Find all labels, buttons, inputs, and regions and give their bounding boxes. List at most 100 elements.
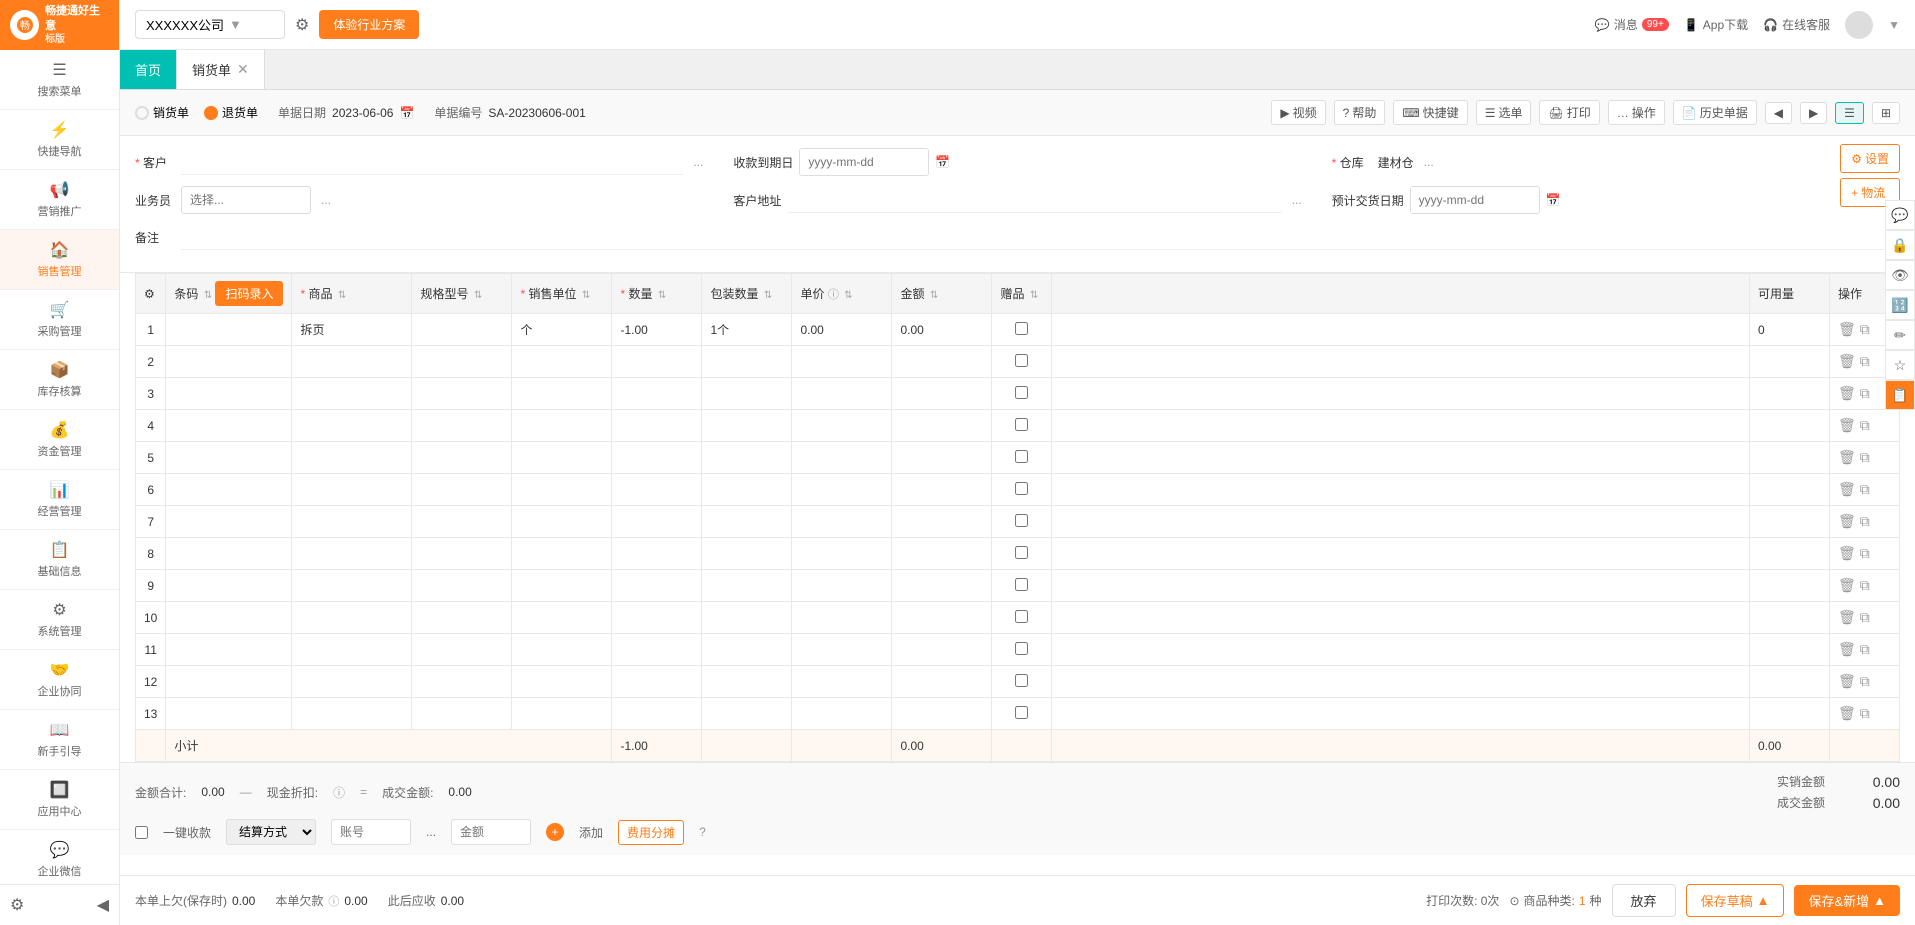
sidebar-item-purchase[interactable]: 🛒 采购管理 (0, 290, 119, 350)
gift-cell-1[interactable] (992, 314, 1052, 346)
salesperson-input[interactable] (181, 186, 311, 214)
action-btn[interactable]: … 操作 (1608, 100, 1665, 125)
unit-price-cell-1[interactable]: 0.00 (792, 314, 892, 346)
company-selector[interactable]: XXXXXX公司 ▼ (135, 10, 285, 39)
barcode-cell-1[interactable] (166, 314, 292, 346)
sidebar-item-system[interactable]: ⚙ 系统管理 (0, 590, 119, 650)
unit-sort-icon[interactable]: ⇅ (582, 290, 590, 301)
pack-qty-sort-icon[interactable]: ⇅ (764, 290, 772, 301)
right-float-calc[interactable]: 🔢 (1885, 290, 1915, 320)
expected-delivery-cal-icon[interactable]: 📅 (1546, 193, 1561, 207)
copy-icon-3[interactable]: ⧉ (1860, 385, 1870, 402)
customer-dots[interactable]: ... (693, 155, 703, 169)
help-btn[interactable]: ? 帮助 (1334, 100, 1386, 125)
nav-next-btn[interactable]: ▶ (1800, 102, 1827, 124)
add-payment-btn[interactable]: + (546, 823, 564, 841)
right-float-star[interactable]: ☆ (1885, 350, 1915, 380)
right-float-lock[interactable]: 🔒 (1885, 230, 1915, 260)
nav-prev-btn[interactable]: ◀ (1765, 102, 1792, 124)
customer-input[interactable] (181, 149, 683, 175)
sidebar-item-finance[interactable]: 💰 资金管理 (0, 410, 119, 470)
save-draft-btn[interactable]: 保存草稿 ▲ (1686, 884, 1785, 917)
expected-delivery-input[interactable] (1410, 186, 1540, 214)
trial-btn[interactable]: 体验行业方案 (319, 10, 419, 39)
unit-cell-1[interactable]: 个 (512, 314, 612, 346)
pack-qty-cell-1[interactable]: 1个 (702, 314, 792, 346)
notes-input[interactable] (181, 224, 1900, 250)
sidebar-collapse-icon[interactable]: ◀ (97, 895, 109, 915)
save-new-btn[interactable]: 保存&新增 ▲ (1794, 885, 1900, 916)
one-click-payment-checkbox[interactable] (135, 826, 148, 839)
customer-address-dots[interactable]: ... (1292, 193, 1302, 207)
price-info-icon[interactable]: ⓘ (828, 289, 839, 301)
right-float-edit[interactable]: ✏ (1885, 320, 1915, 350)
history-btn[interactable]: 📄 历史单据 (1673, 100, 1757, 125)
date-calendar-icon[interactable]: 📅 (399, 106, 414, 120)
spec-sort-icon[interactable]: ⇅ (474, 290, 482, 301)
right-float-eye[interactable]: 👁 (1885, 260, 1915, 290)
sidebar-item-marketing[interactable]: 📢 营销推广 (0, 170, 119, 230)
delete-icon-2[interactable]: 🗑 (1838, 353, 1856, 370)
product-sort-icon[interactable]: ⇅ (338, 290, 346, 301)
unit-price-sort-icon[interactable]: ⇅ (844, 290, 852, 301)
tab-home[interactable]: 首页 (120, 50, 177, 89)
product-cell-1[interactable]: 拆页 (292, 314, 412, 346)
right-float-orange[interactable]: 📋 (1885, 380, 1915, 410)
sidebar-settings-icon[interactable]: ⚙ (10, 895, 24, 915)
settings-side-btn[interactable]: ⚙ 设置 (1840, 144, 1900, 173)
view-grid-btn[interactable]: ⊞ (1872, 102, 1900, 124)
amount-sort-icon[interactable]: ⇅ (930, 290, 938, 301)
right-float-chat[interactable]: 💬 (1885, 200, 1915, 230)
radio-sales[interactable]: 销货单 (135, 104, 189, 121)
cash-discount-info-icon[interactable]: ⓘ (333, 784, 345, 801)
sidebar-item-search[interactable]: ☰ 搜索菜单 (0, 50, 119, 110)
print-btn[interactable]: 🖨 打印 (1539, 100, 1599, 125)
message-item[interactable]: 💬 消息 99+ (1595, 16, 1669, 33)
account-input[interactable] (331, 819, 411, 845)
salesperson-dots[interactable]: ... (321, 193, 331, 207)
gift-sort-icon[interactable]: ⇅ (1030, 290, 1038, 301)
sidebar-item-guide[interactable]: 📖 新手引导 (0, 710, 119, 770)
tab-sales-order[interactable]: 销货单 ✕ (177, 50, 265, 89)
radio-return[interactable]: 退货单 (204, 104, 258, 121)
expense-split-btn[interactable]: 费用分摊 (618, 820, 684, 845)
sidebar-item-business[interactable]: 📊 经营管理 (0, 470, 119, 530)
sidebar-item-quick-nav[interactable]: ⚡ 快捷导航 (0, 110, 119, 170)
sidebar-item-inventory[interactable]: 📦 库存核算 (0, 350, 119, 410)
spec-cell-1[interactable] (412, 314, 512, 346)
barcode-sort-icon[interactable]: ⇅ (204, 290, 212, 301)
sidebar-logo: 畅 畅捷通好生意 标版 (0, 0, 119, 50)
sidebar-item-wechat[interactable]: 💬 企业微信 (0, 830, 119, 884)
user-avatar[interactable] (1845, 11, 1873, 39)
copy-icon-1[interactable]: ⧉ (1860, 321, 1870, 338)
warehouse-dots[interactable]: ... (1424, 155, 1434, 169)
shortcut-btn[interactable]: ⌨ 快捷键 (1393, 100, 1467, 125)
video-btn[interactable]: ▶ 视频 (1271, 100, 1325, 125)
select-btn[interactable]: ☰ 选单 (1476, 100, 1532, 125)
payment-due-cal-icon[interactable]: 📅 (935, 155, 950, 169)
table-settings-icon[interactable]: ⚙ (144, 287, 155, 301)
payment-due-input[interactable] (799, 148, 929, 176)
online-support-item[interactable]: 🎧 在线客服 (1763, 16, 1830, 33)
view-list-btn[interactable]: ☰ (1835, 102, 1864, 124)
sidebar-item-app-center[interactable]: 🔲 应用中心 (0, 770, 119, 830)
app-download-item[interactable]: 📱 App下载 (1684, 16, 1748, 33)
copy-icon-2[interactable]: ⧉ (1860, 353, 1870, 370)
settlement-method-select[interactable]: 结算方式 (226, 819, 316, 845)
qty-sort-icon[interactable]: ⇅ (658, 290, 666, 301)
sidebar-item-sales[interactable]: 🏠 销售管理 (0, 230, 119, 290)
discard-btn[interactable]: 放弃 (1612, 884, 1676, 917)
delete-icon-3[interactable]: 🗑 (1838, 385, 1856, 402)
customer-address-input[interactable] (787, 187, 1281, 213)
sidebar-item-enterprise[interactable]: 🤝 企业协同 (0, 650, 119, 710)
topbar-settings-icon[interactable]: ⚙ (295, 15, 309, 35)
qty-cell-1[interactable]: -1.00 (612, 314, 702, 346)
amount-input[interactable] (451, 819, 531, 845)
owed-info-icon[interactable]: ⓘ (328, 893, 339, 909)
sidebar-item-basic[interactable]: 📋 基础信息 (0, 530, 119, 590)
scan-btn[interactable]: 扫码录入 (215, 281, 283, 306)
tab-close-icon[interactable]: ✕ (237, 61, 249, 78)
amount-cell-1[interactable]: 0.00 (892, 314, 992, 346)
expense-info-icon[interactable]: ? (699, 825, 706, 839)
delete-icon-1[interactable]: 🗑 (1838, 321, 1856, 338)
